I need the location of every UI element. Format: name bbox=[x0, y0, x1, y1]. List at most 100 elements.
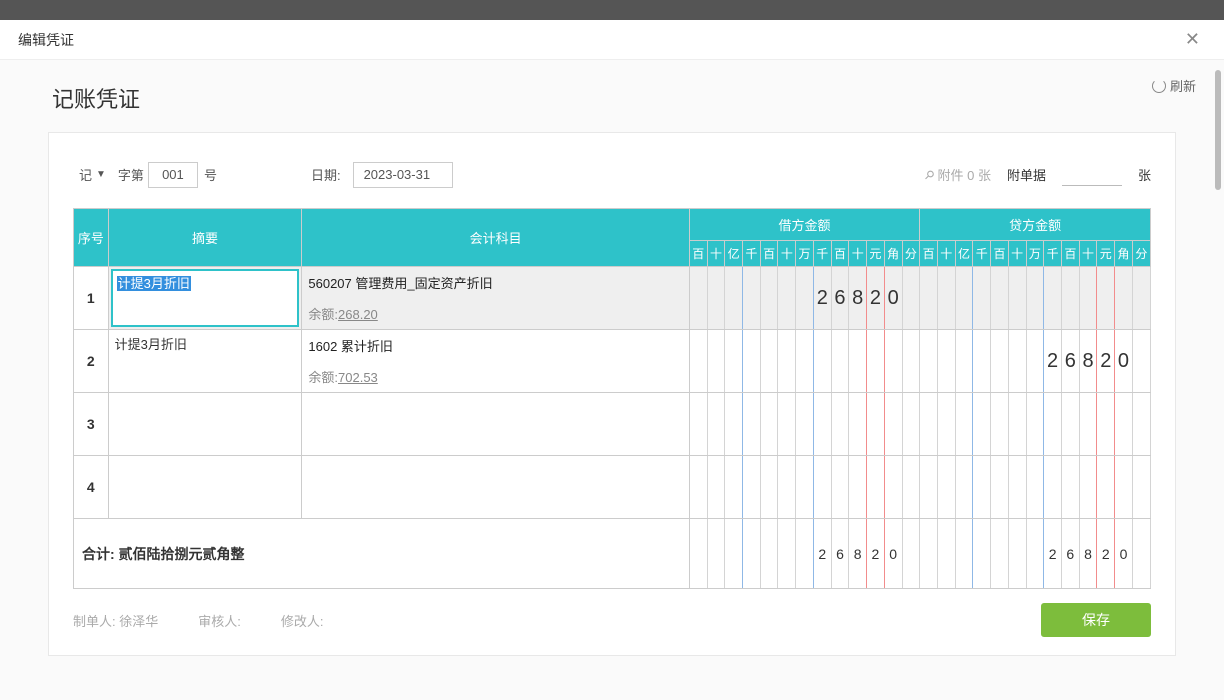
digit-cell[interactable] bbox=[743, 330, 761, 393]
digit-cell[interactable] bbox=[849, 330, 867, 393]
digit-cell[interactable] bbox=[1097, 393, 1115, 456]
digit-cell[interactable] bbox=[689, 456, 707, 519]
digit-cell[interactable] bbox=[1026, 393, 1044, 456]
digit-cell[interactable]: 2 bbox=[1044, 330, 1062, 393]
digit-cell[interactable] bbox=[920, 330, 938, 393]
digit-cell[interactable] bbox=[796, 267, 814, 330]
digit-cell[interactable] bbox=[707, 267, 725, 330]
digit-cell[interactable] bbox=[760, 456, 778, 519]
digit-cell[interactable] bbox=[725, 267, 743, 330]
scrollbar[interactable] bbox=[1215, 70, 1221, 190]
account-cell[interactable] bbox=[302, 456, 689, 519]
digit-cell[interactable]: 6 bbox=[1061, 330, 1079, 393]
digit-cell[interactable]: 2 bbox=[813, 267, 831, 330]
digit-cell[interactable] bbox=[973, 267, 991, 330]
digit-cell[interactable] bbox=[1044, 456, 1062, 519]
digit-cell[interactable] bbox=[955, 330, 973, 393]
account-cell[interactable] bbox=[302, 393, 689, 456]
digit-cell[interactable] bbox=[1079, 267, 1097, 330]
digit-cell[interactable] bbox=[1132, 393, 1150, 456]
digit-cell[interactable] bbox=[1044, 393, 1062, 456]
digit-cell[interactable] bbox=[849, 456, 867, 519]
digit-cell[interactable] bbox=[937, 456, 955, 519]
digit-cell[interactable] bbox=[920, 393, 938, 456]
digit-cell[interactable] bbox=[902, 393, 920, 456]
digit-cell[interactable] bbox=[937, 393, 955, 456]
digit-cell[interactable] bbox=[778, 456, 796, 519]
fudan-input[interactable] bbox=[1062, 164, 1122, 186]
digit-cell[interactable] bbox=[725, 456, 743, 519]
digit-cell[interactable] bbox=[1061, 393, 1079, 456]
table-row[interactable]: 4 bbox=[74, 456, 1151, 519]
digit-cell[interactable] bbox=[1008, 267, 1026, 330]
digit-cell[interactable]: 6 bbox=[831, 267, 849, 330]
summary-cell[interactable] bbox=[108, 456, 302, 519]
digit-cell[interactable] bbox=[813, 456, 831, 519]
digit-cell[interactable]: 0 bbox=[1115, 330, 1133, 393]
digit-cell[interactable] bbox=[831, 330, 849, 393]
digit-cell[interactable] bbox=[937, 267, 955, 330]
summary-cell[interactable]: 计提3月折旧 bbox=[108, 267, 302, 330]
digit-cell[interactable] bbox=[937, 330, 955, 393]
digit-cell[interactable] bbox=[743, 456, 761, 519]
digit-cell[interactable] bbox=[991, 267, 1009, 330]
digit-cell[interactable] bbox=[796, 456, 814, 519]
digit-cell[interactable] bbox=[884, 330, 902, 393]
digit-cell[interactable] bbox=[725, 393, 743, 456]
digit-cell[interactable] bbox=[1026, 456, 1044, 519]
digit-cell[interactable] bbox=[1097, 267, 1115, 330]
digit-cell[interactable] bbox=[1008, 456, 1026, 519]
table-row[interactable]: 1计提3月折旧560207 管理费用_固定资产折旧余额:268.2026820 bbox=[74, 267, 1151, 330]
table-row[interactable]: 2计提3月折旧1602 累计折旧余额:702.5326820 bbox=[74, 330, 1151, 393]
summary-cell[interactable]: 计提3月折旧 bbox=[108, 330, 302, 393]
digit-cell[interactable]: 2 bbox=[1097, 330, 1115, 393]
digit-cell[interactable] bbox=[973, 456, 991, 519]
voucher-type-select[interactable]: 记 ▼ bbox=[73, 161, 112, 188]
digit-cell[interactable] bbox=[955, 456, 973, 519]
digit-cell[interactable] bbox=[902, 267, 920, 330]
digit-cell[interactable] bbox=[1132, 267, 1150, 330]
digit-cell[interactable] bbox=[831, 456, 849, 519]
digit-cell[interactable] bbox=[1115, 393, 1133, 456]
digit-cell[interactable] bbox=[973, 393, 991, 456]
digit-cell[interactable] bbox=[1026, 267, 1044, 330]
account-cell[interactable]: 560207 管理费用_固定资产折旧余额:268.20 bbox=[302, 267, 689, 330]
save-button[interactable]: 保存 bbox=[1041, 603, 1151, 637]
digit-cell[interactable] bbox=[955, 393, 973, 456]
digit-cell[interactable] bbox=[920, 267, 938, 330]
attachment-link[interactable]: ⚲ 附件 0 张 bbox=[925, 165, 991, 184]
digit-cell[interactable] bbox=[867, 393, 885, 456]
date-input[interactable]: 2023-03-31 bbox=[353, 162, 453, 188]
digit-cell[interactable] bbox=[1079, 456, 1097, 519]
digit-cell[interactable] bbox=[796, 330, 814, 393]
digit-cell[interactable] bbox=[1079, 393, 1097, 456]
digit-cell[interactable] bbox=[1008, 393, 1026, 456]
digit-cell[interactable] bbox=[813, 330, 831, 393]
close-icon[interactable]: ✕ bbox=[1179, 25, 1206, 54]
digit-cell[interactable] bbox=[991, 330, 1009, 393]
digit-cell[interactable] bbox=[760, 267, 778, 330]
table-row[interactable]: 3 bbox=[74, 393, 1151, 456]
digit-cell[interactable] bbox=[1008, 330, 1026, 393]
digit-cell[interactable] bbox=[707, 393, 725, 456]
digit-cell[interactable] bbox=[796, 393, 814, 456]
digit-cell[interactable] bbox=[743, 393, 761, 456]
digit-cell[interactable] bbox=[689, 267, 707, 330]
digit-cell[interactable]: 0 bbox=[884, 267, 902, 330]
digit-cell[interactable]: 2 bbox=[867, 267, 885, 330]
digit-cell[interactable] bbox=[1044, 267, 1062, 330]
digit-cell[interactable] bbox=[743, 267, 761, 330]
digit-cell[interactable] bbox=[813, 393, 831, 456]
digit-cell[interactable] bbox=[1061, 267, 1079, 330]
digit-cell[interactable] bbox=[849, 393, 867, 456]
digit-cell[interactable] bbox=[689, 393, 707, 456]
digit-cell[interactable] bbox=[760, 393, 778, 456]
digit-cell[interactable] bbox=[1061, 456, 1079, 519]
digit-cell[interactable] bbox=[689, 330, 707, 393]
digit-cell[interactable] bbox=[955, 267, 973, 330]
voucher-number-input[interactable]: 001 bbox=[148, 162, 198, 188]
digit-cell[interactable] bbox=[1115, 267, 1133, 330]
digit-cell[interactable] bbox=[1026, 330, 1044, 393]
digit-cell[interactable] bbox=[725, 330, 743, 393]
digit-cell[interactable] bbox=[1132, 330, 1150, 393]
